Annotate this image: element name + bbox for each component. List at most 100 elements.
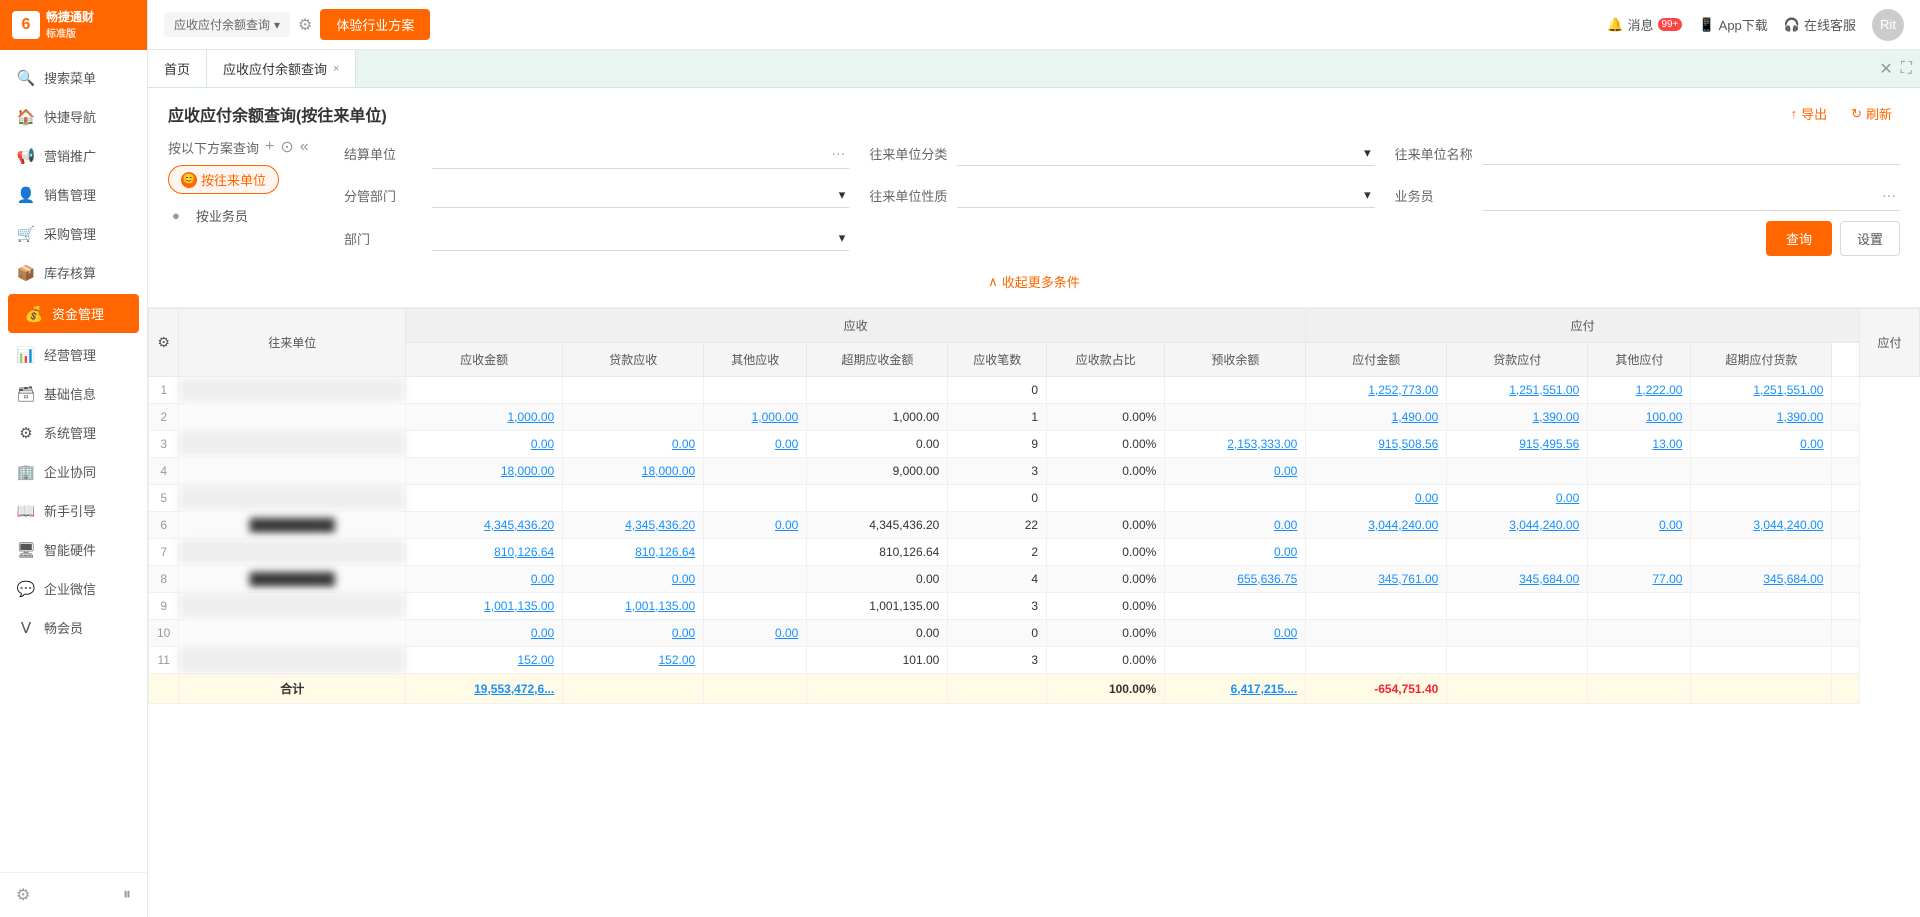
sidebar-item-purchase[interactable]: 🛒 采购管理 (0, 214, 147, 253)
cell-7-3[interactable]: 0.00 (563, 566, 704, 593)
cell-1-9[interactable]: 1,490.00 (1306, 404, 1447, 431)
cell-3-8[interactable]: 0.00 (1165, 458, 1306, 485)
salesperson-input[interactable] (1487, 183, 1882, 206)
sidebar-settings-icon[interactable]: ⚙ (16, 885, 30, 905)
cell-5-4[interactable]: 0.00 (704, 512, 807, 539)
cell-10-4[interactable] (704, 647, 807, 674)
window-maximize-icon[interactable]: ⛶ (1901, 60, 1912, 78)
cell-4-10[interactable]: 0.00 (1447, 485, 1588, 512)
trial-btn[interactable]: 体验行业方案 (320, 9, 430, 40)
cell-4-11[interactable] (1588, 485, 1691, 512)
cell-5-2[interactable]: 4,345,436.20 (406, 512, 563, 539)
cell-7-9[interactable]: 345,761.00 (1306, 566, 1447, 593)
dept-select[interactable]: ▾ (432, 226, 849, 251)
user-avatar-btn[interactable]: Rit (1872, 9, 1904, 41)
cell-8-3[interactable]: 1,001,135.00 (563, 593, 704, 620)
sidebar-item-search[interactable]: 🔍 搜索菜单 (0, 58, 147, 97)
cell-10-8[interactable] (1165, 647, 1306, 674)
sidebar-item-operations[interactable]: 📊 经营管理 (0, 335, 147, 374)
cell-1-12[interactable]: 1,390.00 (1691, 404, 1832, 431)
cell-4-4[interactable] (704, 485, 807, 512)
query-btn[interactable]: 查询 (1766, 221, 1832, 256)
cell-7-11[interactable]: 77.00 (1588, 566, 1691, 593)
cell-2-8[interactable]: 2,153,333.00 (1165, 431, 1306, 458)
cell-4-3[interactable] (563, 485, 704, 512)
cell-8-11[interactable] (1588, 593, 1691, 620)
cell-5-9[interactable]: 3,044,240.00 (1306, 512, 1447, 539)
cell-5-10[interactable]: 3,044,240.00 (1447, 512, 1588, 539)
cell-3-11[interactable] (1588, 458, 1691, 485)
col-setting-header[interactable]: ⚙ (149, 309, 179, 377)
salesperson-dots-icon[interactable]: ··· (1882, 187, 1896, 203)
sidebar-item-capital[interactable]: 💰 资金管理 (8, 294, 139, 333)
cell-2-2[interactable]: 0.00 (406, 431, 563, 458)
settings-btn[interactable]: 设置 (1840, 221, 1900, 256)
cell-5-3[interactable]: 4,345,436.20 (563, 512, 704, 539)
sidebar-item-member[interactable]: Ⅴ 畅会员 (0, 608, 147, 647)
topbar-gear-icon[interactable]: ⚙ (298, 15, 312, 35)
scheme-collapse-icon[interactable]: « (300, 138, 309, 156)
cell-9-4[interactable]: 0.00 (704, 620, 807, 647)
cell-1-8[interactable] (1165, 404, 1306, 431)
cell-9-12[interactable] (1691, 620, 1832, 647)
cell-9-8[interactable]: 0.00 (1165, 620, 1306, 647)
cell-0-11[interactable]: 1,222.00 (1588, 377, 1691, 404)
cell-3-12[interactable] (1691, 458, 1832, 485)
cell-8-12[interactable] (1691, 593, 1832, 620)
unit-name-input[interactable] (1483, 141, 1900, 165)
sidebar-collapse-icon[interactable]: ⏸ (123, 886, 131, 904)
tab-home[interactable]: 首页 (148, 50, 207, 87)
cell-7-10[interactable]: 345,684.00 (1447, 566, 1588, 593)
cell-2-3[interactable]: 0.00 (563, 431, 704, 458)
scheme-by-unit[interactable]: 😊 按往来单位 (168, 165, 279, 194)
sidebar-item-sales[interactable]: 👤 销售管理 (0, 175, 147, 214)
cell-6-2[interactable]: 810,126.64 (406, 539, 563, 566)
unit-nature-select[interactable]: ▾ (957, 183, 1374, 208)
cell-8-9[interactable] (1306, 593, 1447, 620)
sidebar-item-wechat[interactable]: 💬 企业微信 (0, 569, 147, 608)
cell-6-11[interactable] (1588, 539, 1691, 566)
cell-0-4[interactable] (704, 377, 807, 404)
cell-1-3[interactable] (563, 404, 704, 431)
cell-10-9[interactable] (1306, 647, 1447, 674)
cell-3-4[interactable] (704, 458, 807, 485)
sidebar-item-hardware[interactable]: 🖥 智能硬件 (0, 530, 147, 569)
collapse-more-btn[interactable]: ∧ 收起更多条件 (168, 266, 1900, 297)
cell-6-9[interactable] (1306, 539, 1447, 566)
cell-1-4[interactable]: 1,000.00 (704, 404, 807, 431)
cell-6-10[interactable] (1447, 539, 1588, 566)
app-download-btn[interactable]: 📱 App下载 (1698, 15, 1767, 34)
cell-6-12[interactable] (1691, 539, 1832, 566)
cell-4-2[interactable] (406, 485, 563, 512)
service-btn[interactable]: 🎧 在线客服 (1784, 15, 1856, 34)
cell-0-10[interactable]: 1,251,551.00 (1447, 377, 1588, 404)
cell-7-12[interactable]: 345,684.00 (1691, 566, 1832, 593)
cell-6-8[interactable]: 0.00 (1165, 539, 1306, 566)
cell-7-8[interactable]: 655,636.75 (1165, 566, 1306, 593)
settlement-unit-input[interactable] (436, 141, 831, 164)
cell-5-11[interactable]: 0.00 (1588, 512, 1691, 539)
cell-3-3[interactable]: 18,000.00 (563, 458, 704, 485)
cell-8-10[interactable] (1447, 593, 1588, 620)
scheme-by-salesperson[interactable]: 按业务员 (184, 202, 260, 229)
cell-10-12[interactable] (1691, 647, 1832, 674)
cell-10-3[interactable]: 152.00 (563, 647, 704, 674)
cell-9-10[interactable] (1447, 620, 1588, 647)
cell-1-11[interactable]: 100.00 (1588, 404, 1691, 431)
tab-close-icon[interactable]: × (333, 63, 339, 75)
cell-5-12[interactable]: 3,044,240.00 (1691, 512, 1832, 539)
cell-0-9[interactable]: 1,252,773.00 (1306, 377, 1447, 404)
cell-1-2[interactable]: 1,000.00 (406, 404, 563, 431)
sidebar-item-system[interactable]: ⚙ 系统管理 (0, 413, 147, 452)
tab-ar-balance[interactable]: 应收应付余额查询 × (207, 50, 356, 87)
export-btn[interactable]: ↑ 导出 (1783, 100, 1836, 127)
cell-10-2[interactable]: 152.00 (406, 647, 563, 674)
cell-0-12[interactable]: 1,251,551.00 (1691, 377, 1832, 404)
cell-4-8[interactable] (1165, 485, 1306, 512)
unit-category-select[interactable]: ▾ (957, 141, 1374, 166)
sidebar-item-basic[interactable]: 🗃 基础信息 (0, 374, 147, 413)
cell-2-11[interactable]: 13.00 (1588, 431, 1691, 458)
cell-0-2[interactable] (406, 377, 563, 404)
cell-2-12[interactable]: 0.00 (1691, 431, 1832, 458)
cell-9-2[interactable]: 0.00 (406, 620, 563, 647)
